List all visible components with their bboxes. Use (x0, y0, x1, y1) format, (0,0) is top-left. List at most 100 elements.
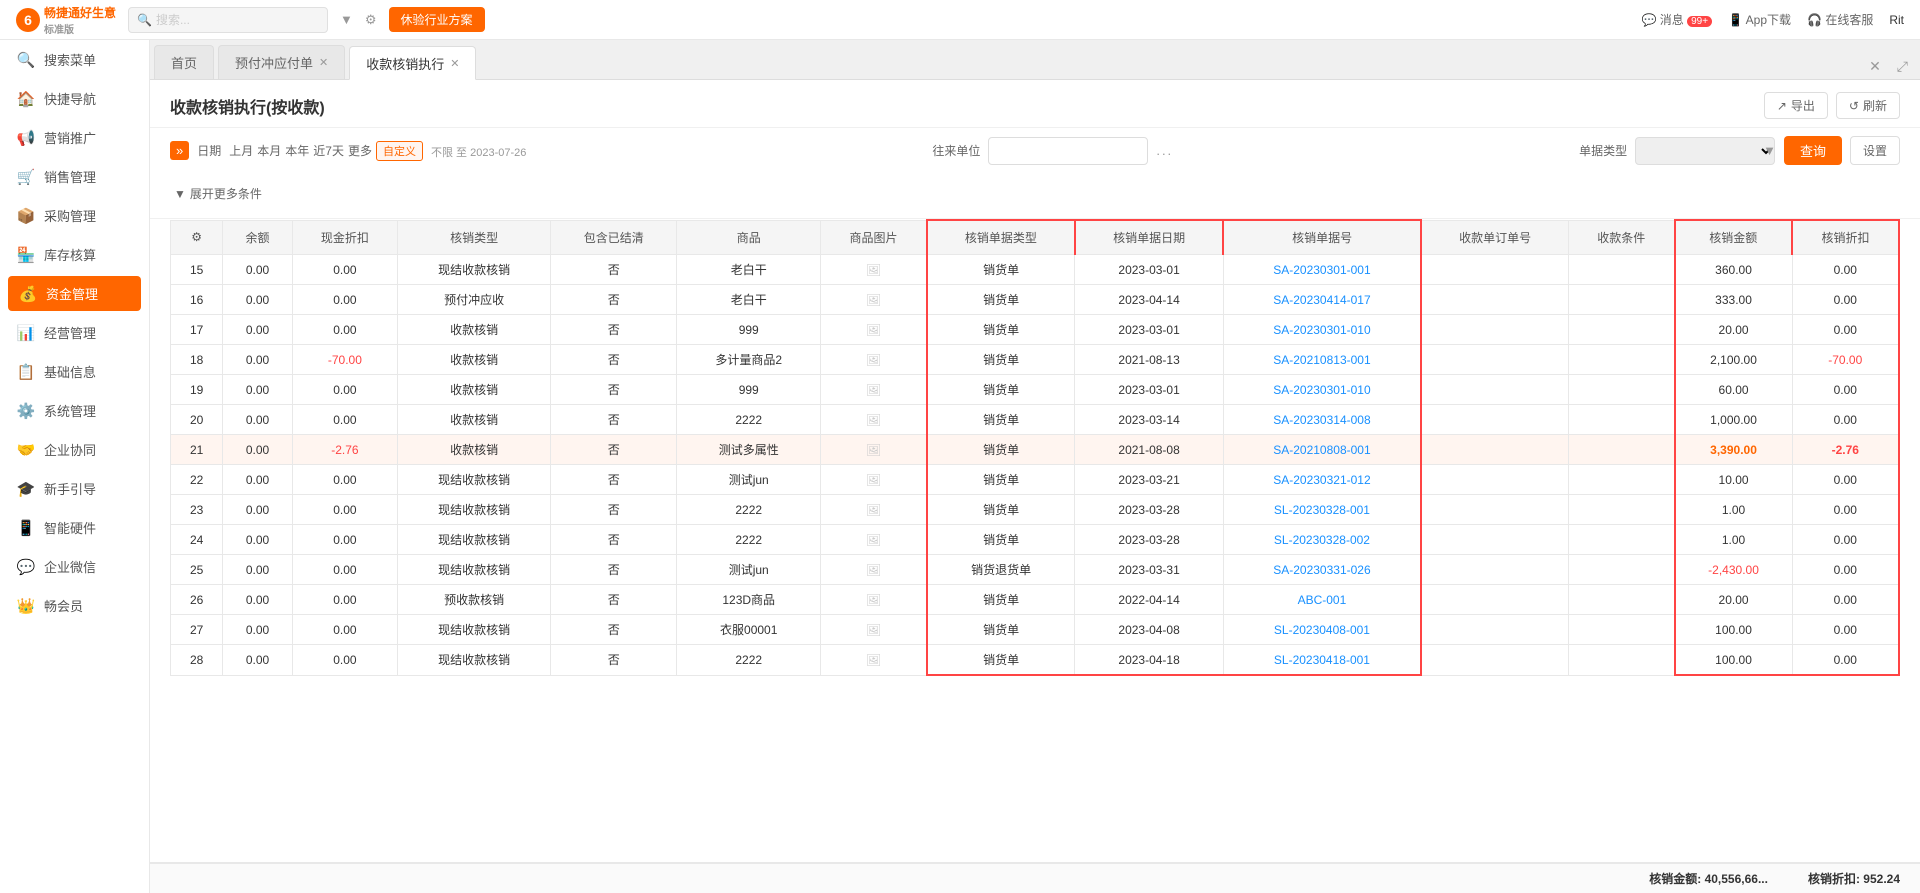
settings-icon[interactable]: ⚙ (365, 12, 377, 28)
date-this-year[interactable]: 本年 (285, 142, 309, 159)
sidebar-item-search[interactable]: 🔍 搜索菜单 (0, 40, 149, 79)
bill-no-link[interactable]: SL-20230408-001 (1274, 623, 1370, 637)
cell-include-settled: 否 (551, 525, 677, 555)
messages-btn[interactable]: 💬 消息 99+ (1641, 11, 1712, 28)
bill-no-link[interactable]: SA-20230331-026 (1273, 563, 1370, 577)
cell-cash-discount: 0.00 (292, 585, 397, 615)
cell-cancel-bill-no[interactable]: SL-20230408-001 (1223, 615, 1421, 645)
maximize-tab-btn[interactable]: ⤢ (1893, 54, 1912, 79)
date-7days[interactable]: 近7天 (313, 142, 344, 159)
date-more[interactable]: 更多 (348, 142, 372, 159)
filter-toggle-btn[interactable]: » (170, 141, 189, 160)
cell-cancel-bill-no[interactable]: SA-20230331-026 (1223, 555, 1421, 585)
sidebar-item-basics[interactable]: 📋 基础信息 (0, 352, 149, 391)
online-service-btn[interactable]: 🎧 在线客服 (1807, 11, 1873, 28)
close-tab-btn[interactable]: ✕ (1865, 54, 1885, 79)
cell-id: 23 (171, 495, 223, 525)
bill-no-link[interactable]: SA-20230301-001 (1273, 263, 1370, 277)
cell-cash-discount: -2.76 (292, 435, 397, 465)
tab-prepay[interactable]: 预付冲应付单 ✕ (218, 45, 345, 79)
cell-cancel-bill-no[interactable]: SA-20230301-010 (1223, 375, 1421, 405)
query-btn[interactable]: 查询 (1784, 136, 1842, 165)
cell-cancel-bill-no[interactable]: SA-20230314-008 (1223, 405, 1421, 435)
cell-cancel-bill-no[interactable]: SA-20210808-001 (1223, 435, 1421, 465)
cell-cancel-bill-no[interactable]: SA-20230414-017 (1223, 285, 1421, 315)
cell-product: 999 (677, 375, 821, 405)
logo-icon: 6 (16, 8, 40, 32)
tab-home[interactable]: 首页 (154, 45, 214, 79)
col-product-image: 商品图片 (821, 220, 927, 255)
bill-no-link[interactable]: SA-20230321-012 (1273, 473, 1370, 487)
cell-cancel-bill-no[interactable]: ABC-001 (1223, 585, 1421, 615)
cell-cash-discount: 0.00 (292, 465, 397, 495)
sidebar-item-wechat[interactable]: 💬 企业微信 (0, 547, 149, 586)
bill-no-link[interactable]: SA-20230414-017 (1273, 293, 1370, 307)
tab-prepay-close[interactable]: ✕ (319, 56, 328, 69)
cell-id: 27 (171, 615, 223, 645)
sidebar-item-finance[interactable]: 💰 资金管理 (8, 276, 141, 311)
cell-id: 20 (171, 405, 223, 435)
bill-no-link[interactable]: SA-20210813-001 (1273, 353, 1370, 367)
cell-cash-discount: 0.00 (292, 495, 397, 525)
sidebar-item-label: 基础信息 (44, 362, 96, 381)
tab-receipt-close[interactable]: ✕ (450, 57, 459, 70)
cell-cancel-bill-type: 销货单 (927, 465, 1075, 495)
app-name: 畅捷通好生意 标准版 (44, 4, 116, 36)
bill-type-select[interactable] (1635, 137, 1775, 165)
cell-cancel-bill-no[interactable]: SA-20230321-012 (1223, 465, 1421, 495)
date-this-month[interactable]: 本月 (257, 142, 281, 159)
bill-no-link[interactable]: SA-20230314-008 (1273, 413, 1370, 427)
cell-product: 999 (677, 315, 821, 345)
cell-receipt-order-no (1421, 285, 1568, 315)
app-download-btn[interactable]: 📱 App下载 (1728, 11, 1791, 28)
bill-no-link[interactable]: SL-20230328-001 (1274, 503, 1370, 517)
sidebar-item-hardware[interactable]: 📱 智能硬件 (0, 508, 149, 547)
cell-receipt-condition (1569, 525, 1675, 555)
sidebar-item-marketing[interactable]: 📢 营销推广 (0, 118, 149, 157)
bill-no-link[interactable]: SA-20210808-001 (1273, 443, 1370, 457)
sidebar-item-label: 企业协同 (44, 440, 96, 459)
sidebar-item-label: 智能硬件 (44, 518, 96, 537)
export-btn[interactable]: ↗ 导出 (1764, 92, 1828, 119)
sidebar-item-operations[interactable]: 📊 经营管理 (0, 313, 149, 352)
cell-cancel-bill-no[interactable]: SL-20230328-002 (1223, 525, 1421, 555)
cell-receipt-condition (1569, 465, 1675, 495)
bill-no-link[interactable]: SA-20230301-010 (1273, 323, 1370, 337)
settings-btn[interactable]: 设置 (1850, 136, 1900, 165)
col-settings[interactable]: ⚙ (171, 220, 223, 255)
industry-solution-btn[interactable]: 休验行业方案 (389, 7, 485, 32)
date-last-month[interactable]: 上月 (229, 142, 253, 159)
bill-no-link[interactable]: ABC-001 (1298, 593, 1347, 607)
tab-receipt[interactable]: 收款核销执行 ✕ (349, 46, 476, 80)
cell-balance: 0.00 (223, 465, 293, 495)
sidebar-item-quicknav[interactable]: 🏠 快捷导航 (0, 79, 149, 118)
operations-icon: 📊 (16, 324, 36, 342)
cell-cancel-bill-no[interactable]: SA-20230301-001 (1223, 255, 1421, 285)
date-custom[interactable]: 自定义 (376, 141, 423, 161)
cell-cancel-bill-no[interactable]: SL-20230418-001 (1223, 645, 1421, 676)
cell-cancel-bill-no[interactable]: SL-20230328-001 (1223, 495, 1421, 525)
from-unit-input[interactable] (988, 137, 1148, 165)
refresh-btn[interactable]: ↺ 刷新 (1836, 92, 1900, 119)
sidebar-item-inventory[interactable]: 🏪 库存核算 (0, 235, 149, 274)
bill-no-link[interactable]: SL-20230328-002 (1274, 533, 1370, 547)
cell-cancel-type: 预收款核销 (397, 585, 550, 615)
sidebar-item-newbie[interactable]: 🎓 新手引导 (0, 469, 149, 508)
bill-no-link[interactable]: SA-20230301-010 (1273, 383, 1370, 397)
cell-cancel-type: 现结收款核销 (397, 255, 550, 285)
inventory-icon: 🏪 (16, 246, 36, 264)
expand-more-btn[interactable]: ▼ 展开更多条件 (174, 185, 262, 202)
date-range-display: 不限 至 2023-07-26 (431, 144, 526, 160)
cell-cancel-bill-no[interactable]: SA-20230301-010 (1223, 315, 1421, 345)
sidebar-item-purchase[interactable]: 📦 采购管理 (0, 196, 149, 235)
sidebar-item-system[interactable]: ⚙️ 系统管理 (0, 391, 149, 430)
bill-no-link[interactable]: SL-20230418-001 (1274, 653, 1370, 667)
sidebar-item-member[interactable]: 👑 畅会员 (0, 586, 149, 625)
cell-product: 老白干 (677, 285, 821, 315)
cell-cancel-amount: 20.00 (1675, 315, 1793, 345)
sidebar-item-collab[interactable]: 🤝 企业协同 (0, 430, 149, 469)
cell-cancel-bill-no[interactable]: SA-20210813-001 (1223, 345, 1421, 375)
search-bar[interactable]: 🔍 搜索... (128, 7, 328, 33)
cell-cancel-amount: 100.00 (1675, 645, 1793, 676)
sidebar-item-sales[interactable]: 🛒 销售管理 (0, 157, 149, 196)
